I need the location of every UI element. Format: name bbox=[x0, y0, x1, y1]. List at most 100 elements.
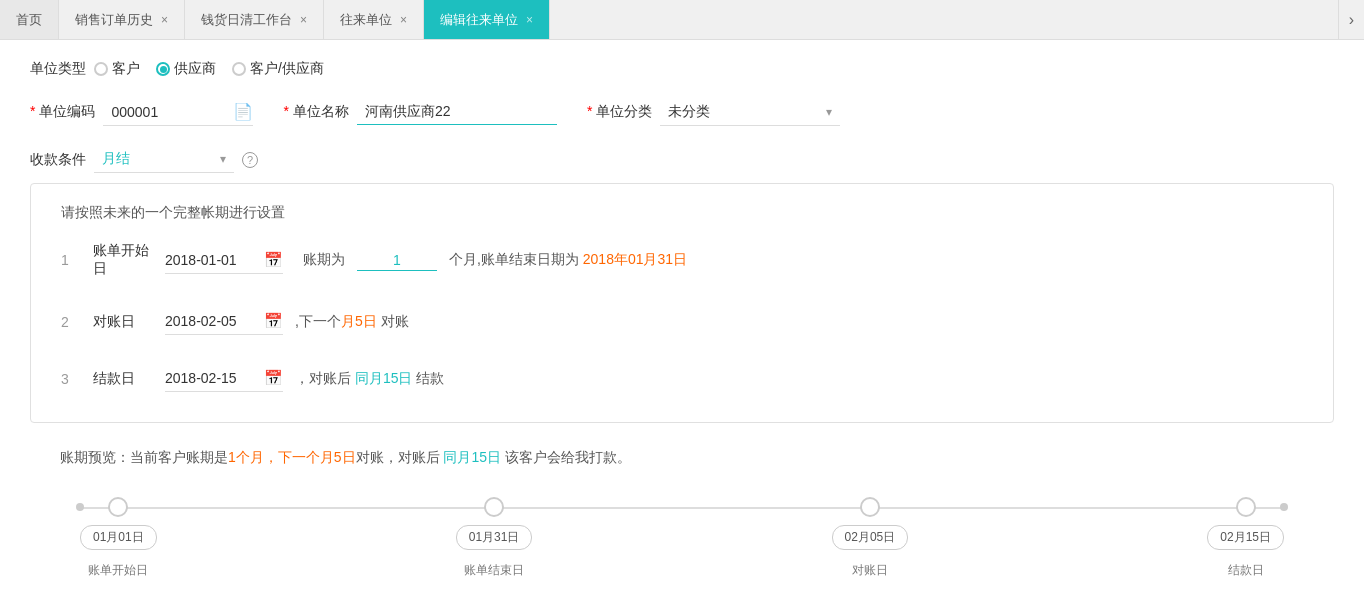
timeline-node-date-2: 02月05日 bbox=[832, 525, 909, 550]
radio-supplier[interactable]: 供应商 bbox=[156, 60, 216, 78]
code-group: 单位编码 📄 bbox=[30, 98, 253, 126]
start-date-input[interactable] bbox=[165, 252, 260, 268]
period-row-3: 3 结款日 📅 ，对账后 同月15日 结款 bbox=[61, 365, 1303, 392]
radio-label-supplier: 供应商 bbox=[174, 60, 216, 78]
period-row-1: 1 账单开始日 📅 账期为 个月,账单结束日期为 2018年01月31日 bbox=[61, 242, 1303, 278]
code-input-wrapper: 📄 bbox=[103, 98, 253, 126]
timeline-node-1: 01月31日 账单结束日 bbox=[456, 497, 533, 579]
tab-edit-partner[interactable]: 编辑往来单位 × bbox=[424, 0, 550, 39]
payment-row: 收款条件 月结 ▾ ? bbox=[30, 146, 1334, 173]
timeline-node-circle-3 bbox=[1236, 497, 1256, 517]
date-input-2: 📅 bbox=[165, 308, 283, 335]
radio-label-both: 客户/供应商 bbox=[250, 60, 324, 78]
timeline-node-0: 01月01日 账单开始日 bbox=[80, 497, 157, 579]
timeline-node-circle-1 bbox=[484, 497, 504, 517]
tab-bar: 首页 销售订单历史 × 钱货日清工作台 × 往来单位 × 编辑往来单位 × › bbox=[0, 0, 1364, 40]
radio-customer[interactable]: 客户 bbox=[94, 60, 140, 78]
preview-part2: 下一个月5日 bbox=[278, 449, 356, 465]
timeline-node-date-3: 02月15日 bbox=[1207, 525, 1284, 550]
radio-circle-supplier bbox=[156, 62, 170, 76]
period-num-3: 3 bbox=[61, 371, 81, 387]
classification-value: 未分类 bbox=[668, 103, 710, 121]
radio-label-customer: 客户 bbox=[112, 60, 140, 78]
period-desc-prefix-1: 账期为 bbox=[303, 251, 345, 269]
period-num-1: 1 bbox=[61, 252, 81, 268]
timeline: 01月01日 账单开始日 01月31日 账单结束日 02月05日 对账日 02月… bbox=[80, 497, 1284, 579]
end-date-highlight: 2018年01月31日 bbox=[583, 251, 687, 267]
tab-partner[interactable]: 往来单位 × bbox=[324, 0, 424, 39]
radio-group: 客户 供应商 客户/供应商 bbox=[94, 60, 324, 78]
timeline-node-label-1: 账单结束日 bbox=[464, 562, 524, 579]
reconcile-date-input[interactable] bbox=[165, 313, 260, 329]
period-months-input[interactable] bbox=[357, 250, 437, 271]
preview-label: 账期预览：当前客户账期是 bbox=[60, 449, 228, 465]
unit-type-row: 单位类型 客户 供应商 客户/供应商 bbox=[30, 60, 1334, 78]
preview-part4: 同月15日 bbox=[443, 449, 501, 465]
period-num-2: 2 bbox=[61, 314, 81, 330]
period-label-2: 对账日 bbox=[93, 313, 153, 331]
preview-section: 账期预览：当前客户账期是1个月，下一个月5日对账，对账后 同月15日 该客户会给… bbox=[30, 433, 1334, 595]
date-input-1: 📅 bbox=[165, 247, 283, 274]
payment-value: 月结 bbox=[102, 150, 212, 168]
tab-partner-close[interactable]: × bbox=[400, 13, 407, 27]
period-label-3: 结款日 bbox=[93, 370, 153, 388]
classification-group: 单位分类 未分类 ▾ bbox=[587, 99, 840, 126]
tab-edit-partner-close[interactable]: × bbox=[526, 13, 533, 27]
timeline-node-date-1: 01月31日 bbox=[456, 525, 533, 550]
preview-part5: 该客户会给我打款。 bbox=[505, 449, 631, 465]
payment-help-icon[interactable]: ? bbox=[242, 152, 258, 168]
period-desc-2: ,下一个月5日 对账 bbox=[295, 313, 409, 331]
name-label: 单位名称 bbox=[283, 103, 348, 121]
code-copy-icon[interactable]: 📄 bbox=[233, 102, 253, 121]
code-name-row: 单位编码 📄 单位名称 单位分类 未分类 ▾ bbox=[30, 98, 1334, 126]
payment-label: 收款条件 bbox=[30, 151, 86, 169]
radio-both[interactable]: 客户/供应商 bbox=[232, 60, 324, 78]
classification-label: 单位分类 bbox=[587, 103, 652, 121]
preview-part1: 1个月， bbox=[228, 449, 278, 465]
tab-cash-work[interactable]: 钱货日清工作台 × bbox=[185, 0, 324, 39]
classification-chevron-icon: ▾ bbox=[826, 105, 832, 119]
payment-group: 收款条件 月结 ▾ ? bbox=[30, 146, 258, 173]
timeline-node-date-0: 01月01日 bbox=[80, 525, 157, 550]
period-label-1: 账单开始日 bbox=[93, 242, 153, 278]
tab-cash-work-close[interactable]: × bbox=[300, 13, 307, 27]
date-input-3: 📅 bbox=[165, 365, 283, 392]
period-box-title: 请按照未来的一个完整帐期进行设置 bbox=[61, 204, 1303, 222]
unit-type-label: 单位类型 bbox=[30, 60, 86, 78]
period-box: 请按照未来的一个完整帐期进行设置 1 账单开始日 📅 账期为 个月,账单结束日期… bbox=[30, 183, 1334, 423]
unit-type-group: 单位类型 客户 供应商 客户/供应商 bbox=[30, 60, 324, 78]
code-input[interactable] bbox=[103, 104, 233, 120]
payment-chevron-icon: ▾ bbox=[220, 152, 226, 166]
name-input[interactable] bbox=[357, 100, 557, 125]
timeline-node-label-3: 结款日 bbox=[1228, 562, 1264, 579]
calendar-icon-2[interactable]: 📅 bbox=[264, 312, 283, 330]
period-row-2: 2 对账日 📅 ,下一个月5日 对账 bbox=[61, 308, 1303, 335]
radio-circle-both bbox=[232, 62, 246, 76]
payment-select[interactable]: 月结 ▾ bbox=[94, 146, 234, 173]
classification-select[interactable]: 未分类 ▾ bbox=[660, 99, 840, 126]
radio-circle-customer bbox=[94, 62, 108, 76]
preview-text: 账期预览：当前客户账期是1个月，下一个月5日对账，对账后 同月15日 该客户会给… bbox=[60, 449, 1304, 467]
timeline-node-3: 02月15日 结款日 bbox=[1207, 497, 1284, 579]
tab-home[interactable]: 首页 bbox=[0, 0, 59, 39]
tab-sales-history-close[interactable]: × bbox=[161, 13, 168, 27]
period-desc-3: ，对账后 同月15日 结款 bbox=[295, 370, 444, 388]
calendar-icon-1[interactable]: 📅 bbox=[264, 251, 283, 269]
period-desc-suffix-1: 个月,账单结束日期为 2018年01月31日 bbox=[449, 251, 687, 269]
timeline-node-label-0: 账单开始日 bbox=[88, 562, 148, 579]
timeline-node-circle-2 bbox=[860, 497, 880, 517]
main-content: 单位类型 客户 供应商 客户/供应商 单位编码 bbox=[0, 40, 1364, 608]
preview-part3: 对账，对账后 bbox=[356, 449, 440, 465]
reconcile-month-highlight: 月5日 bbox=[341, 313, 377, 329]
timeline-nodes: 01月01日 账单开始日 01月31日 账单结束日 02月05日 对账日 02月… bbox=[80, 497, 1284, 579]
tab-overflow-arrow[interactable]: › bbox=[1338, 0, 1364, 39]
calendar-icon-3[interactable]: 📅 bbox=[264, 369, 283, 387]
name-group: 单位名称 bbox=[283, 100, 556, 125]
payment-day-highlight: 同月15日 bbox=[355, 370, 413, 386]
timeline-node-label-2: 对账日 bbox=[852, 562, 888, 579]
tab-sales-history[interactable]: 销售订单历史 × bbox=[59, 0, 185, 39]
code-label: 单位编码 bbox=[30, 103, 95, 121]
payment-date-input[interactable] bbox=[165, 370, 260, 386]
timeline-node-2: 02月05日 对账日 bbox=[832, 497, 909, 579]
timeline-node-circle-0 bbox=[108, 497, 128, 517]
